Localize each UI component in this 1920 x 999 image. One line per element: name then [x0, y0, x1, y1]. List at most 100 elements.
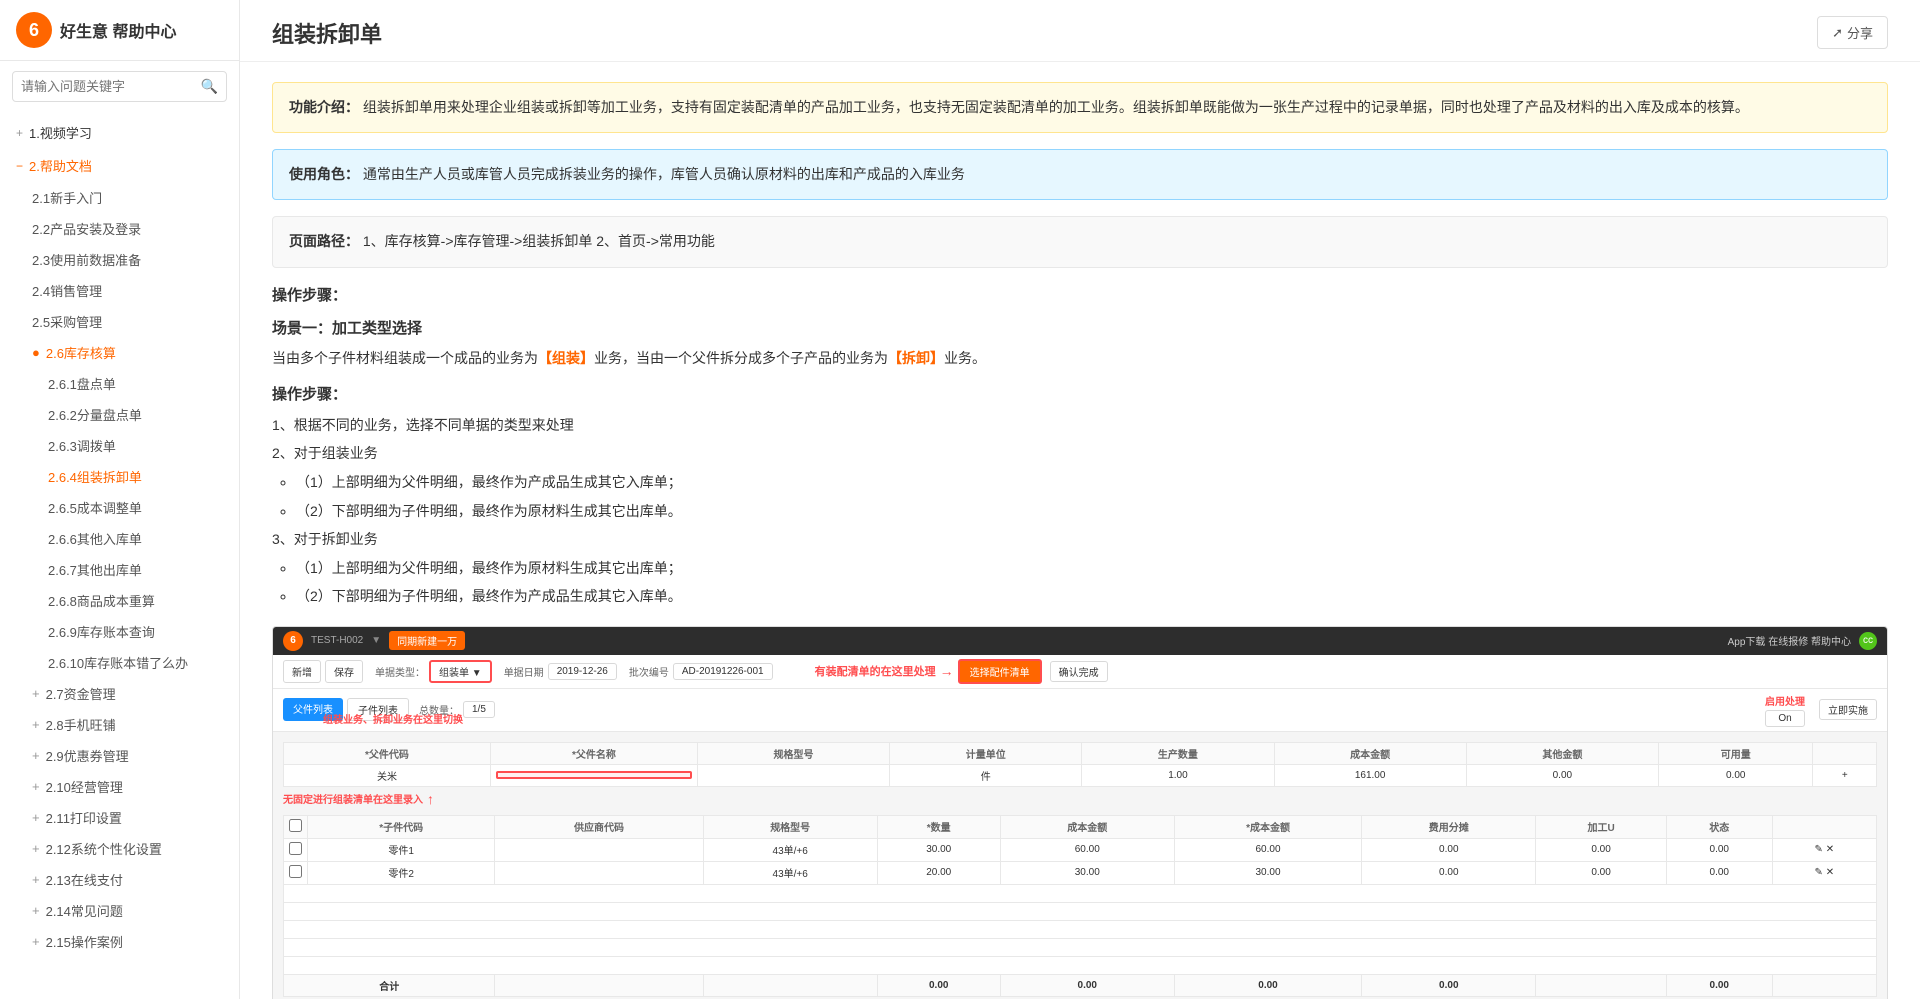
sim-sub-col-scode: *子件代码	[308, 815, 495, 838]
sim-content-area: *父件代码 *父件名称 规格型号 计量单位 生产数量 成本金额 其他金额 可用量	[273, 732, 1887, 999]
sim-sub-cell-qty2: 20.00	[877, 861, 1000, 884]
sim-type-area: 单据类型： 组装单 ▼	[375, 660, 492, 683]
sidebar-item-split[interactable]: 2.6.2分量盘点单	[0, 399, 239, 430]
sidebar-item-stock-error[interactable]: 2.6.10库存账本错了么办	[0, 647, 239, 678]
sim-sub-col-cost2: *成本金额	[1174, 815, 1361, 838]
sim-footer-val8: 0.00	[1666, 974, 1772, 996]
sidebar-item-sales[interactable]: 2.4销售管理	[0, 275, 239, 306]
sim-topbar-icons: App下载 在线报修 帮助中心	[1728, 633, 1851, 648]
sim-sub-col-cost1: 成本金额	[1000, 815, 1174, 838]
sim-batchno-label: 批次编号	[629, 664, 669, 679]
sidebar-item-coupon[interactable]: + 2.9优惠券管理	[0, 740, 239, 771]
sidebar-item-install[interactable]: 2.2产品安装及登录	[0, 213, 239, 244]
sidebar-item-stocktake[interactable]: 2.6.1盘点单	[0, 368, 239, 399]
sim-enable-btn[interactable]: On	[1765, 710, 1804, 727]
sim-apply-btn[interactable]: 立即实施	[1819, 699, 1877, 720]
table-row	[284, 938, 1877, 956]
sim-count-val[interactable]: 1/5	[463, 701, 495, 718]
sim-confirm-btn[interactable]: 确认完成	[1050, 661, 1108, 682]
disassembly-label: 【拆卸】	[888, 350, 944, 366]
table-row	[284, 956, 1877, 974]
sim-footer-total-label: 合计	[284, 974, 495, 996]
sim-topbar: 6 TEST-H002 ▼ 同期新建一万 App下载 在线报修 帮助中心 cc	[273, 627, 1887, 655]
sim-empty-row4	[284, 902, 1877, 920]
sim-config-btn[interactable]: 选择配件清单	[958, 659, 1042, 684]
main-content: 组装拆卸单 ➚ 分享 功能介绍： 组装拆卸单用来处理企业组装或拆卸等加工业务，支…	[240, 0, 1920, 999]
sidebar-item-mobile[interactable]: + 2.8手机旺铺	[0, 709, 239, 740]
sim-sub-cell-alloc1: 0.00	[1362, 838, 1536, 861]
sim-col-pcode: *父件代码	[284, 742, 491, 764]
sim-sub-cell-alloc2: 0.00	[1362, 861, 1536, 884]
sidebar-item-ops[interactable]: + 2.10经营管理	[0, 771, 239, 802]
plus-icon: +	[16, 126, 23, 140]
sim-logo: 6	[283, 631, 303, 651]
step2-sub: （1）上部明细为父件明细，最终作为产成品生成其它入库单； （2）下部明细为子件明…	[272, 469, 1888, 524]
sidebar-item-docs[interactable]: − 2.帮助文档	[0, 149, 239, 182]
sim-cell-action[interactable]: +	[1813, 764, 1877, 786]
sim-cell-avail: 0.00	[1658, 764, 1813, 786]
search-input[interactable]	[21, 79, 201, 94]
sidebar-item-other-in[interactable]: 2.6.6其他入库单	[0, 523, 239, 554]
sidebar-item-videos[interactable]: + 1.视频学习	[0, 116, 239, 149]
sim-save-btn[interactable]: 保存	[325, 660, 363, 683]
sidebar-header: 6 好生意 帮助中心	[0, 0, 239, 61]
step3-sub1: （1）上部明细为父件明细，最终作为原材料生成其它出库单；	[296, 555, 1888, 582]
search-icon[interactable]: 🔍	[201, 78, 218, 95]
ops-steps-title: 操作步骤：	[272, 383, 1888, 404]
sidebar-item-cost-reset[interactable]: 2.6.8商品成本重算	[0, 585, 239, 616]
sim-select-all[interactable]	[289, 819, 302, 832]
table-row: 零件1 43单/+6 30.00 60.00 60.00 0.00 0.00 0…	[284, 838, 1877, 861]
sidebar-item-faq[interactable]: + 2.14常见问题	[0, 895, 239, 926]
sim-new-doc-btn[interactable]: 新增	[283, 660, 321, 683]
sim-row2-check[interactable]	[289, 865, 302, 878]
annotation2-area: 组装业务、拆卸业务在这里切换	[323, 711, 463, 726]
sim-footer-val5: 0.00	[1174, 974, 1361, 996]
sim-footer-val3: 0.00	[877, 974, 1000, 996]
sim-batchno-area: 批次编号 AD-20191226-001	[629, 663, 773, 680]
sidebar-item-print[interactable]: + 2.11打印设置	[0, 802, 239, 833]
role-block: 使用角色： 通常由生产人员或库管人员完成拆装业务的操作，库管人员确认原材料的出库…	[272, 149, 1888, 200]
sidebar-item-stock-check[interactable]: 2.6.9库存账本查询	[0, 616, 239, 647]
sim-col-unit: 计量单位	[890, 742, 1082, 764]
step2-sub2: （2）下部明细为子件明细，最终作为原材料生成其它出库单。	[296, 498, 1888, 525]
sim-type-select[interactable]: 组装单 ▼	[429, 660, 492, 683]
sim-sub-cell-proc2: 0.00	[1536, 861, 1667, 884]
sim-date-label: 单据日期	[504, 664, 544, 679]
sim-row1-check[interactable]	[289, 842, 302, 855]
share-button[interactable]: ➚ 分享	[1817, 16, 1888, 49]
sim-type-label: 单据类型：	[375, 664, 425, 679]
sim-sub-col-proc: 加工U	[1536, 815, 1667, 838]
sidebar-item-payment[interactable]: + 2.13在线支付	[0, 864, 239, 895]
sim-sub-cell-sup2	[495, 861, 703, 884]
sidebar-item-assembly[interactable]: 2.6.4组装拆卸单	[0, 461, 239, 492]
sidebar-item-other-out[interactable]: 2.6.7其他出库单	[0, 554, 239, 585]
sidebar-item-adjust[interactable]: 2.6.3调拨单	[0, 430, 239, 461]
sidebar-item-data[interactable]: 2.3使用前数据准备	[0, 244, 239, 275]
sidebar-item-finance[interactable]: + 2.7资金管理	[0, 678, 239, 709]
sim-cell-prodqty: 1.00	[1082, 764, 1274, 786]
function-intro-label: 功能介绍：	[289, 99, 359, 115]
role-text: 通常由生产人员或库管人员完成拆装业务的操作，库管人员确认原材料的出库和产成品的入…	[363, 166, 965, 182]
sidebar-item-cases[interactable]: + 2.15操作案例	[0, 926, 239, 957]
sidebar-item-cost[interactable]: 2.6.5成本调整单	[0, 492, 239, 523]
sim-sub-col-specqty: 规格型号	[703, 815, 877, 838]
step3: 3、对于拆卸业务	[272, 526, 1888, 553]
sim-sub-table: *子件代码 供应商代码 规格型号 *数量 成本金额 *成本金额 费用分摊 加工U…	[283, 815, 1877, 997]
sidebar-item-custom[interactable]: + 2.12系统个性化设置	[0, 833, 239, 864]
app-title: 好生意 帮助中心	[60, 18, 176, 42]
sim-sub-col-check	[284, 815, 308, 838]
sim-name-input[interactable]	[496, 771, 692, 779]
sidebar-item-purchase[interactable]: 2.5采购管理	[0, 306, 239, 337]
sim-empty-row3	[284, 884, 1877, 902]
sim-sub-cell-action1[interactable]: ✎ ✕	[1772, 838, 1876, 861]
sim-app: 6 TEST-H002 ▼ 同期新建一万 App下载 在线报修 帮助中心 cc …	[273, 627, 1887, 999]
sim-col-other: 其他金额	[1466, 742, 1658, 764]
sim-batchno-val[interactable]: AD-20191226-001	[673, 663, 773, 680]
sim-date-val[interactable]: 2019-12-26	[548, 663, 617, 680]
sim-sub-col-actions	[1772, 815, 1876, 838]
sim-sub-cell-action2[interactable]: ✎ ✕	[1772, 861, 1876, 884]
sidebar-item-new[interactable]: 2.1新手入门	[0, 182, 239, 213]
path-label: 页面路径：	[289, 233, 359, 249]
sim-new-btn[interactable]: 同期新建一万	[389, 631, 465, 650]
sidebar-item-inventory[interactable]: ● 2.6库存核算	[0, 337, 239, 368]
